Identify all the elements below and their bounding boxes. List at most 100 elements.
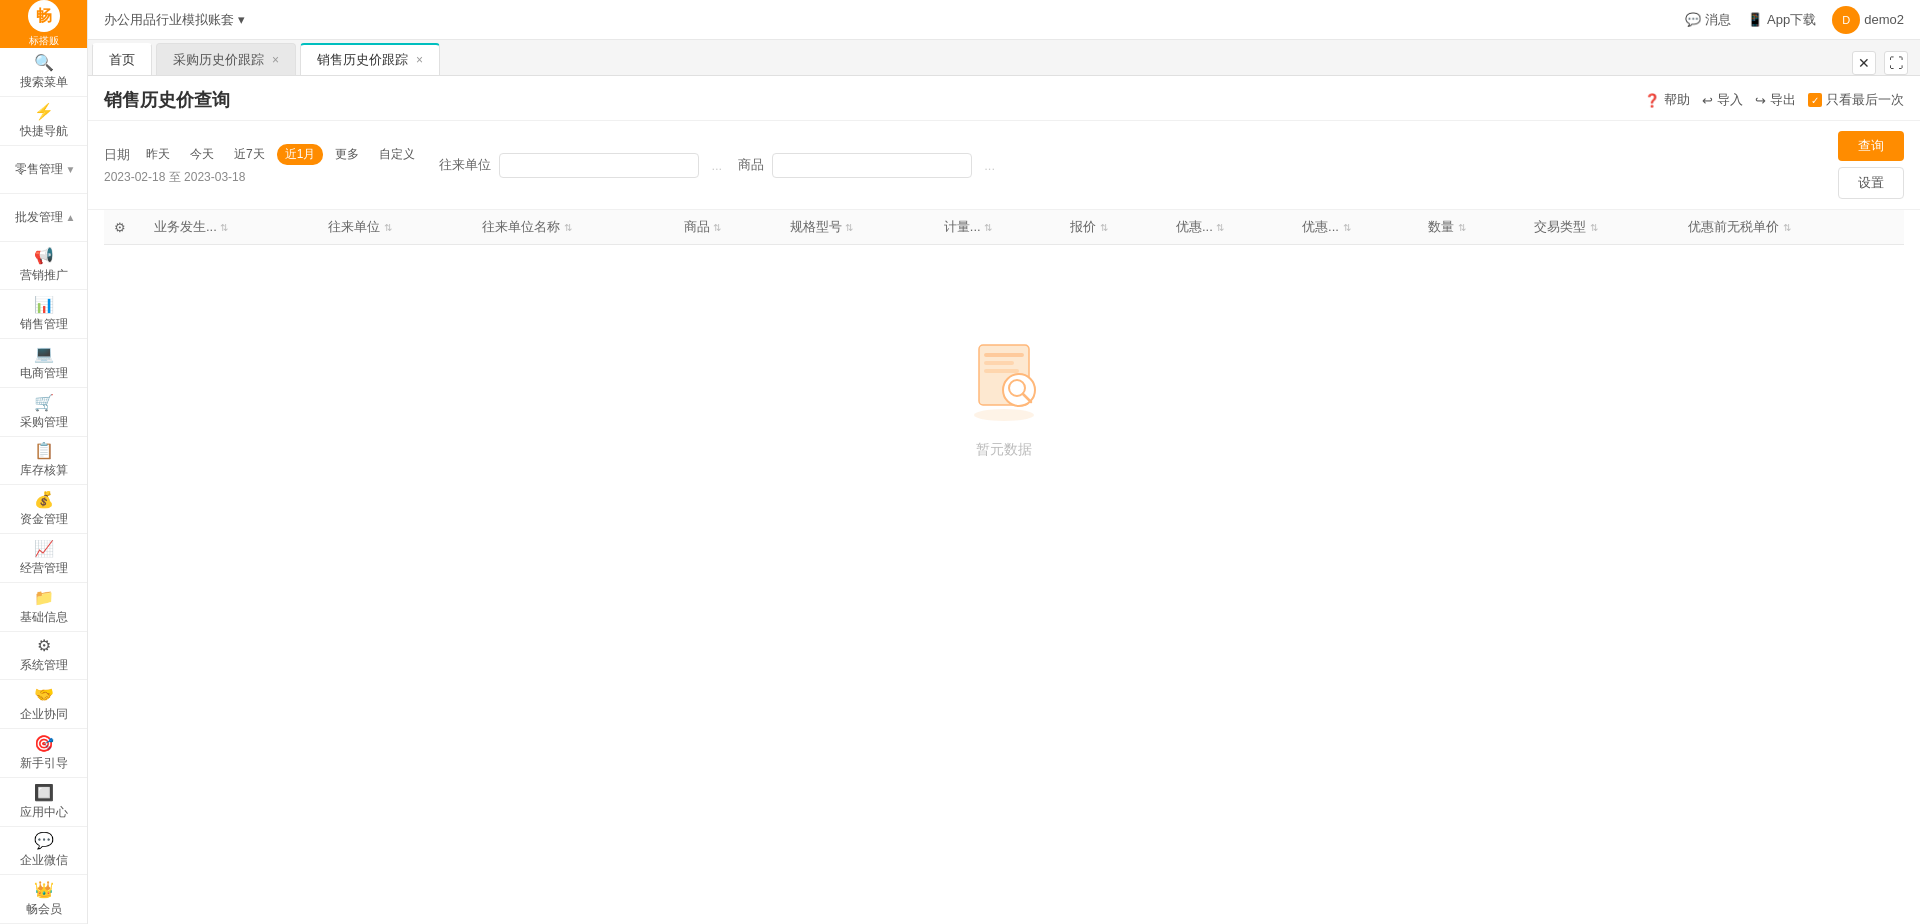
- avatar: D: [1832, 6, 1860, 34]
- sidebar-item-label: 应用中心: [20, 804, 68, 821]
- date-btn-more[interactable]: 更多: [327, 144, 367, 165]
- date-btn-today[interactable]: 今天: [182, 144, 222, 165]
- system-icon: ⚙: [37, 636, 51, 655]
- col-partner-name[interactable]: 往来单位名称 ⇅: [472, 210, 674, 245]
- sidebar-item-marketing[interactable]: 📢 营销推广: [0, 242, 88, 291]
- sidebar-item-label: 电商管理: [20, 365, 68, 382]
- sidebar-item-sales[interactable]: 📊 销售管理: [0, 290, 88, 339]
- partner-label: 往来单位: [439, 156, 491, 174]
- sidebar-item-label: 系统管理: [20, 657, 68, 674]
- sidebar-item-basic-info[interactable]: 📁 基础信息: [0, 583, 88, 632]
- svg-rect-2: [984, 353, 1024, 357]
- col-partner[interactable]: 往来单位 ⇅: [318, 210, 472, 245]
- sort-icon: ⇅: [1216, 222, 1224, 233]
- help-button[interactable]: ❓ 帮助: [1644, 91, 1690, 109]
- sidebar-item-label: 企业微信: [20, 852, 68, 869]
- sidebar-item-operations[interactable]: 📈 经营管理: [0, 534, 88, 583]
- close-tab-icon[interactable]: ×: [272, 53, 279, 67]
- sidebar-item-app-center[interactable]: 🔲 应用中心: [0, 778, 88, 827]
- chevron-up-icon: ▲: [66, 212, 76, 223]
- maximize-button[interactable]: ⛶: [1884, 51, 1908, 75]
- col-quantity[interactable]: 数量 ⇅: [1418, 210, 1524, 245]
- sidebar-item-guide[interactable]: 🎯 新手引导: [0, 729, 88, 778]
- col-label: 优惠前无税单价: [1688, 219, 1779, 234]
- topbar-right: 💬 消息 📱 App下载 D demo2: [1685, 6, 1904, 34]
- date-btn-1month[interactable]: 近1月: [277, 144, 324, 165]
- product-dots[interactable]: ...: [984, 158, 995, 173]
- message-button[interactable]: 💬 消息: [1685, 11, 1731, 29]
- tab-purchase-history[interactable]: 采购历史价跟踪 ×: [156, 43, 296, 75]
- sidebar-item-inventory[interactable]: 📋 库存核算: [0, 437, 88, 486]
- partner-dots[interactable]: ...: [711, 158, 722, 173]
- close-window-button[interactable]: ✕: [1852, 51, 1876, 75]
- app-logo[interactable]: 畅 标搭贩: [0, 0, 88, 48]
- export-icon: ↪: [1755, 93, 1766, 108]
- date-btn-yesterday[interactable]: 昨天: [138, 144, 178, 165]
- only-last-label: 只看最后一次: [1826, 91, 1904, 109]
- col-discount2[interactable]: 优惠... ⇅: [1292, 210, 1418, 245]
- sidebar-item-system[interactable]: ⚙ 系统管理: [0, 632, 88, 681]
- col-label: 往来单位: [328, 219, 380, 234]
- sidebar-item-enterprise[interactable]: 🤝 企业协同: [0, 680, 88, 729]
- close-tab-icon[interactable]: ×: [416, 53, 423, 67]
- sort-icon: ⇅: [984, 222, 992, 233]
- app-center-icon: 🔲: [34, 783, 54, 802]
- empty-state: 暂元数据: [88, 245, 1920, 539]
- company-name: 办公用品行业模拟账套: [104, 11, 234, 29]
- sidebar-item-quick-nav[interactable]: ⚡ 快捷导航: [0, 97, 88, 146]
- sidebar-item-wholesale[interactable]: 批发管理 ▲: [0, 194, 88, 242]
- col-unit[interactable]: 计量... ⇅: [934, 210, 1060, 245]
- sort-icon: ⇅: [713, 222, 721, 233]
- product-filter-group: 商品 ...: [738, 153, 995, 178]
- company-selector[interactable]: 办公用品行业模拟账套 ▾: [104, 11, 245, 29]
- sidebar-item-ecommerce[interactable]: 💻 电商管理: [0, 339, 88, 388]
- data-table: ⚙ 业务发生... ⇅ 往来单位 ⇅ 往来单位名称 ⇅: [104, 210, 1904, 245]
- col-product[interactable]: 商品 ⇅: [674, 210, 780, 245]
- date-range-display: 2023-02-18 至 2023-03-18: [104, 169, 423, 186]
- export-button[interactable]: ↪ 导出: [1755, 91, 1796, 109]
- sort-icon: ⇅: [1100, 222, 1108, 233]
- sidebar-item-search[interactable]: 🔍 搜索菜单: [0, 48, 88, 97]
- purchase-icon: 🛒: [34, 393, 54, 412]
- col-transaction-type[interactable]: 交易类型 ⇅: [1524, 210, 1678, 245]
- checkbox-icon: [1808, 93, 1822, 107]
- tab-home[interactable]: 首页: [92, 43, 152, 75]
- search-icon: 🔍: [34, 53, 54, 72]
- sort-icon: ⇅: [384, 222, 392, 233]
- sort-icon: ⇅: [1458, 222, 1466, 233]
- app-download-button[interactable]: 📱 App下载: [1747, 11, 1816, 29]
- col-discount1[interactable]: 优惠... ⇅: [1166, 210, 1292, 245]
- tab-label: 采购历史价跟踪: [173, 51, 264, 69]
- col-label: 商品: [684, 219, 710, 234]
- col-gear[interactable]: ⚙: [104, 210, 144, 245]
- sort-icon: ⇅: [220, 222, 228, 233]
- sidebar-item-label: 新手引导: [20, 755, 68, 772]
- topbar: 办公用品行业模拟账套 ▾ 💬 消息 📱 App下载 D demo2: [88, 0, 1920, 40]
- date-btn-7days[interactable]: 近7天: [226, 144, 273, 165]
- col-business-date[interactable]: 业务发生... ⇅: [144, 210, 318, 245]
- col-pre-discount-price[interactable]: 优惠前无税单价 ⇅: [1678, 210, 1904, 245]
- sidebar-item-membership[interactable]: 👑 畅会员: [0, 875, 88, 924]
- sort-icon: ⇅: [845, 222, 853, 233]
- user-profile-button[interactable]: D demo2: [1832, 6, 1904, 34]
- sidebar-item-purchase[interactable]: 🛒 采购管理: [0, 388, 88, 437]
- only-last-checkbox[interactable]: 只看最后一次: [1808, 91, 1904, 109]
- query-button[interactable]: 查询: [1838, 131, 1904, 161]
- inventory-icon: 📋: [34, 441, 54, 460]
- import-button[interactable]: ↩ 导入: [1702, 91, 1743, 109]
- sidebar-item-label: 采购管理: [20, 414, 68, 431]
- partner-input[interactable]: [499, 153, 699, 178]
- ecommerce-icon: 💻: [34, 344, 54, 363]
- col-spec[interactable]: 规格型号 ⇅: [780, 210, 934, 245]
- filter-action-buttons: 查询 设置: [1838, 131, 1904, 199]
- product-input[interactable]: [772, 153, 972, 178]
- sidebar-item-finance[interactable]: 💰 资金管理: [0, 485, 88, 534]
- settings-button[interactable]: 设置: [1838, 167, 1904, 199]
- sidebar-item-retail[interactable]: 零售管理 ▼: [0, 146, 88, 194]
- tabs-actions: ✕ ⛶: [1852, 51, 1920, 75]
- tab-sales-history[interactable]: 销售历史价跟踪 ×: [300, 43, 440, 75]
- sidebar-item-wechat[interactable]: 💬 企业微信: [0, 827, 88, 876]
- col-label: 业务发生...: [154, 219, 217, 234]
- col-quoted-price[interactable]: 报价 ⇅: [1060, 210, 1166, 245]
- date-btn-custom[interactable]: 自定义: [371, 144, 423, 165]
